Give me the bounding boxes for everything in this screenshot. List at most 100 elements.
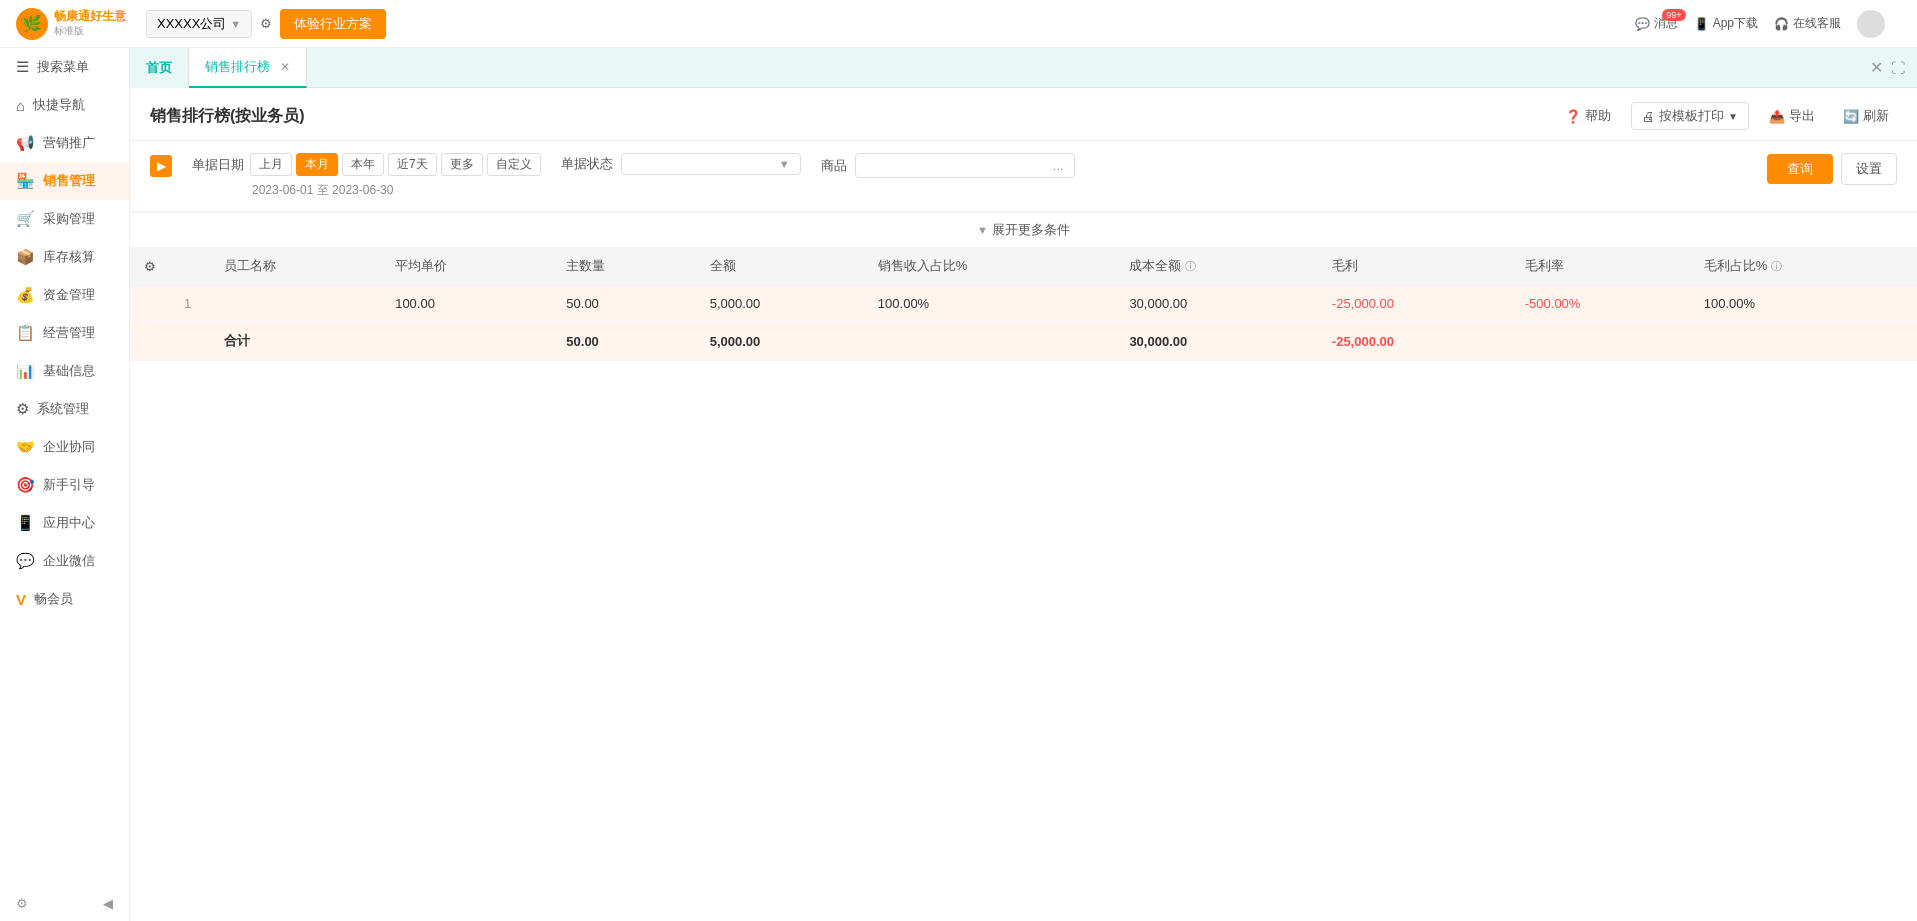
company-selector[interactable]: XXXXX公司 ▼ <box>146 10 252 38</box>
status-label: 单据状态 <box>561 155 613 173</box>
tab-sales-rank[interactable]: 销售排行榜 ✕ <box>189 48 307 88</box>
trial-button[interactable]: 体验行业方案 <box>280 9 386 39</box>
tab-close-icon[interactable]: ✕ <box>280 60 290 74</box>
home-icon: ⌂ <box>16 97 25 114</box>
page-actions: ❓ 帮助 🖨 按模板打印 ▼ 📤 导出 🔄 <box>1557 102 1897 130</box>
col-avg-price: 平均单价 <box>381 247 552 286</box>
sidebar-item-wechat[interactable]: 💬 企业微信 <box>0 542 129 580</box>
print-template-button[interactable]: 🖨 按模板打印 ▼ <box>1631 102 1749 130</box>
col-amount: 全额 <box>696 247 864 286</box>
operations-icon: 📋 <box>16 324 35 342</box>
tab-home[interactable]: 首页 <box>130 48 189 88</box>
col-main-qty: 主数量 <box>552 247 695 286</box>
date-options: 上月 本月 本年 近7天 更多 自定义 <box>250 153 541 176</box>
date-range: 2023-06-01 至 2023-06-30 <box>192 182 541 199</box>
query-button[interactable]: 查询 <box>1767 154 1833 184</box>
sidebar-label-sales-mgmt: 销售管理 <box>43 172 95 190</box>
help-icon: ❓ <box>1565 109 1581 124</box>
sidebar-item-search-order[interactable]: ☰ 搜索菜单 <box>0 48 129 86</box>
date-label: 单据日期 <box>192 156 244 174</box>
sidebar-item-purchase-mgmt[interactable]: 🛒 采购管理 <box>0 200 129 238</box>
sidebar: ☰ 搜索菜单 ⌂ 快捷导航 📢 营销推广 🏪 销售管理 🛒 采购管理 📦 库 <box>0 48 130 921</box>
cell-gross-pct: 100.00% <box>1690 286 1917 322</box>
sidebar-item-base-info[interactable]: 📊 基础信息 <box>0 352 129 390</box>
goods-filter-group: 商品 ... <box>821 153 1075 178</box>
cell-cost-amount: 30,000.00 <box>1115 286 1317 322</box>
table-wrapper: ⚙ 员工名称 平均单价 主数量 全额 销售收入占比% 成本全额 ⓘ <box>130 247 1917 361</box>
online-support-label: 在线客服 <box>1793 15 1841 32</box>
sidebar-item-app-center[interactable]: 📱 应用中心 <box>0 504 129 542</box>
sidebar-item-quick-nav[interactable]: ⌂ 快捷导航 <box>0 86 129 124</box>
cell-employee <box>210 286 381 322</box>
sidebar-label-marketing: 营销推广 <box>43 134 95 152</box>
enterprise-icon: 🤝 <box>16 438 35 456</box>
app-edition: 标准版 <box>54 24 126 38</box>
date-btn-last-month[interactable]: 上月 <box>250 153 292 176</box>
refresh-button[interactable]: 🔄 刷新 <box>1835 103 1897 129</box>
date-btn-this-month[interactable]: 本月 <box>296 153 338 176</box>
cell-amount: 5,000.00 <box>696 286 864 322</box>
export-button[interactable]: 📤 导出 <box>1761 103 1823 129</box>
sidebar-label-finance: 资金管理 <box>43 286 95 304</box>
sales-icon: 🏪 <box>16 172 35 190</box>
sidebar-item-operations[interactable]: 📋 经营管理 <box>0 314 129 352</box>
sidebar-item-sales-mgmt[interactable]: 🏪 销售管理 <box>0 162 129 200</box>
sidebar-item-system-mgmt[interactable]: ⚙ 系统管理 <box>0 390 129 428</box>
status-select[interactable]: ▼ <box>621 153 801 175</box>
sidebar-item-guide[interactable]: 🎯 新手引导 <box>0 466 129 504</box>
tab-right-icons: ✕ ⛶ <box>1870 58 1917 77</box>
col-rank <box>170 247 210 286</box>
cell-main-qty: 50.00 <box>552 286 695 322</box>
sidebar-item-finance[interactable]: 💰 资金管理 <box>0 276 129 314</box>
system-icon: ⚙ <box>16 400 29 418</box>
info-icon2: ⓘ <box>1771 260 1782 272</box>
sidebar-item-enterprise[interactable]: 🤝 企业协同 <box>0 428 129 466</box>
tab-close-all-icon[interactable]: ✕ <box>1870 58 1883 77</box>
sidebar-label-base-info: 基础信息 <box>43 362 95 380</box>
table-row: 1 100.00 50.00 5,000.00 100.00% 30,000.0… <box>130 286 1917 322</box>
page-header: 销售排行榜(按业务员) ❓ 帮助 🖨 按模板打印 ▼ 📤 <box>130 88 1917 141</box>
summary-empty1 <box>130 322 170 361</box>
sidebar-item-inventory[interactable]: 📦 库存核算 <box>0 238 129 276</box>
settings-button[interactable]: 设置 <box>1841 153 1897 185</box>
expand-more-bar[interactable]: ▼ 展开更多条件 <box>130 212 1917 247</box>
table-body: 1 100.00 50.00 5,000.00 100.00% 30,000.0… <box>130 286 1917 322</box>
user-avatar[interactable] <box>1857 10 1885 38</box>
col-employee: 员工名称 <box>210 247 381 286</box>
col-settings-icon[interactable]: ⚙ <box>130 247 170 286</box>
sidebar-bottom: ⚙ ◀ <box>0 886 129 921</box>
app-download-area[interactable]: 📱 App下载 <box>1694 15 1758 32</box>
date-btn-custom[interactable]: 自定义 <box>487 153 541 176</box>
date-btn-this-year[interactable]: 本年 <box>342 153 384 176</box>
expand-filter-icon[interactable]: ▶ <box>150 155 172 177</box>
wechat-icon: 💬 <box>16 552 35 570</box>
help-button[interactable]: ❓ 帮助 <box>1557 103 1619 129</box>
sidebar-collapse-icon[interactable]: ◀ <box>103 896 113 911</box>
col-gross-pct: 毛利占比% ⓘ <box>1690 247 1917 286</box>
table-header: ⚙ 员工名称 平均单价 主数量 全额 销售收入占比% 成本全额 ⓘ <box>130 247 1917 286</box>
sidebar-label-system-mgmt: 系统管理 <box>37 400 89 418</box>
purchase-icon: 🛒 <box>16 210 35 228</box>
settings-icon-btn[interactable]: ⚙ <box>252 10 280 38</box>
goods-label: 商品 <box>821 157 847 175</box>
summary-avg-price <box>381 322 552 361</box>
headset-icon: 🎧 <box>1774 17 1789 31</box>
goods-input[interactable]: ... <box>855 153 1075 178</box>
date-btn-more[interactable]: 更多 <box>441 153 483 176</box>
finance-icon: 💰 <box>16 286 35 304</box>
data-table: ⚙ 员工名称 平均单价 主数量 全额 销售收入占比% 成本全额 ⓘ <box>130 247 1917 361</box>
sidebar-bottom-settings-icon[interactable]: ⚙ <box>16 896 28 911</box>
message-icon-area[interactable]: 💬 消息 99+ <box>1635 15 1678 32</box>
expand-arrow[interactable]: ▶ <box>150 155 172 177</box>
online-support-area[interactable]: 🎧 在线客服 <box>1774 15 1841 32</box>
table-settings-icon[interactable]: ⚙ <box>144 259 156 274</box>
message-icon: 💬 <box>1635 17 1650 31</box>
app-center-icon: 📱 <box>16 514 35 532</box>
date-btn-7days[interactable]: 近7天 <box>388 153 437 176</box>
page-title: 销售排行榜(按业务员) <box>150 106 305 127</box>
print-icon: 🖨 <box>1642 109 1655 124</box>
sidebar-item-marketing[interactable]: 📢 营销推广 <box>0 124 129 162</box>
tab-fullscreen-icon[interactable]: ⛶ <box>1891 60 1905 76</box>
sidebar-item-member[interactable]: V 畅会员 <box>0 580 129 618</box>
app-name-area: 畅康通好生意 标准版 <box>54 9 126 37</box>
